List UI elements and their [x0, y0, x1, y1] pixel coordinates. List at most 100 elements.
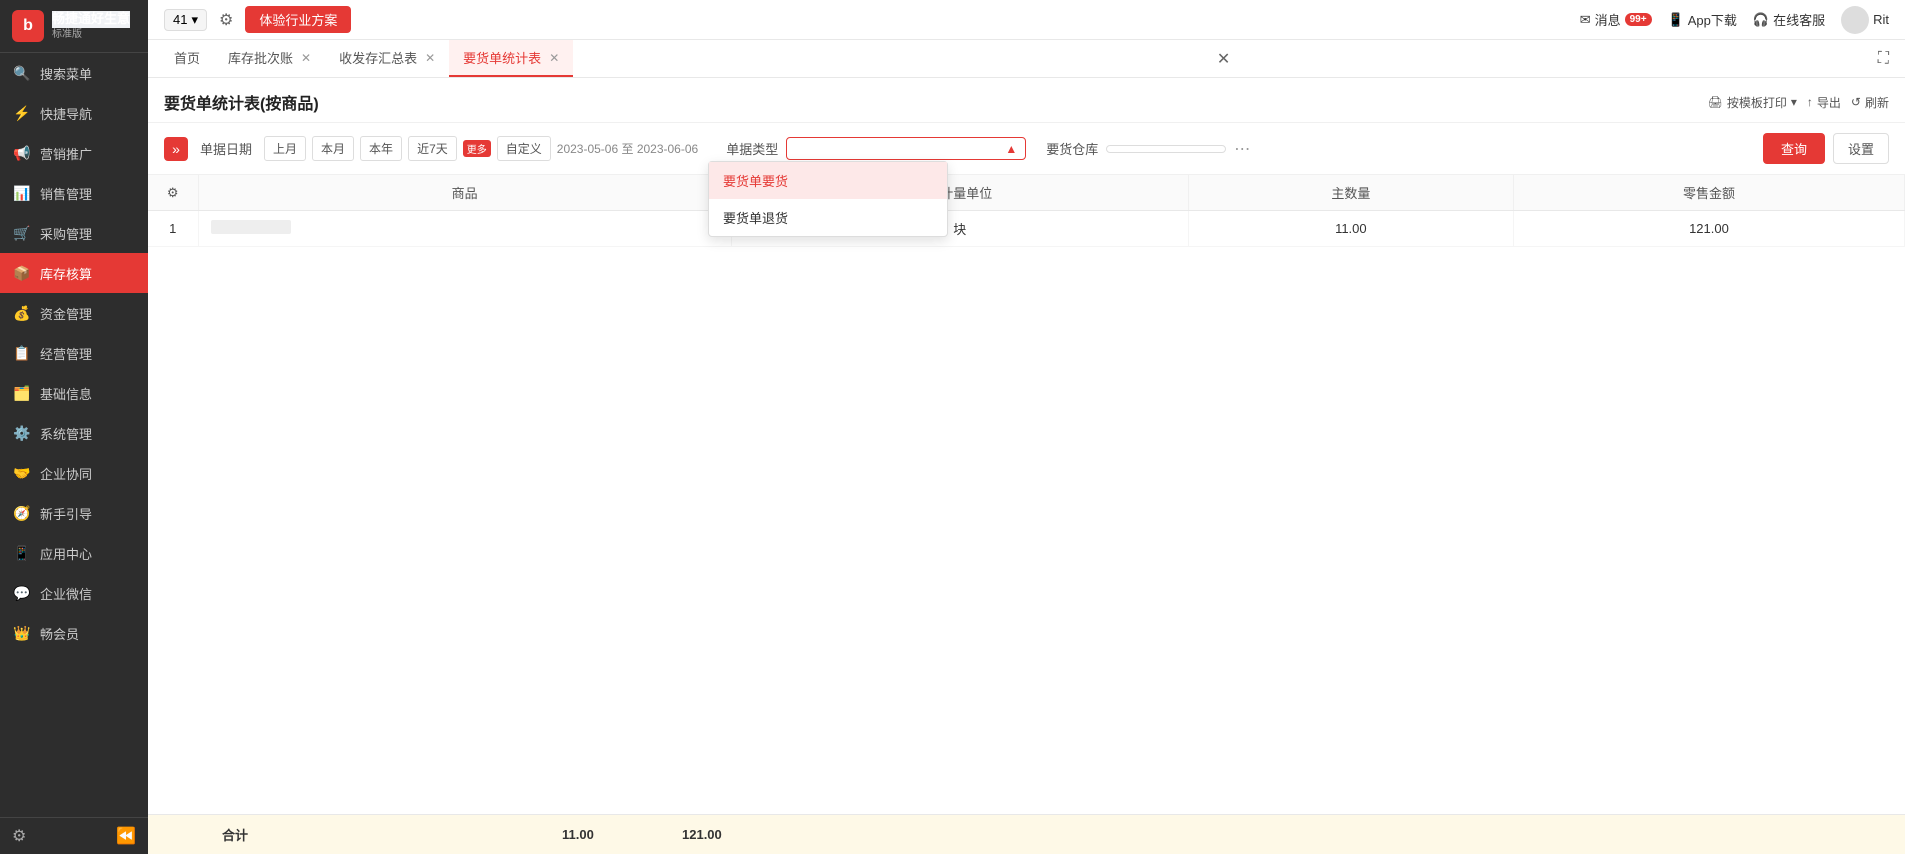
guide-icon: 🧭 — [12, 503, 32, 523]
date-btn-custom[interactable]: 自定义 — [497, 136, 551, 161]
row-quantity: 11.00 — [1188, 211, 1513, 247]
print-template-button[interactable]: 🖨 按模板打印 ▾ — [1708, 94, 1797, 111]
footer-quantity: 11.00 — [550, 827, 670, 842]
sidebar-item-operation[interactable]: 📋 经营管理 — [0, 333, 148, 373]
header-right: ✉ 消息 99+ 📱 App下载 🎧 在线客服 Rit — [1580, 6, 1889, 34]
sidebar-item-enterprise[interactable]: 🤝 企业协同 — [0, 453, 148, 493]
export-icon: ↑ — [1807, 95, 1813, 109]
app-center-icon: 📱 — [12, 543, 32, 563]
sidebar-nav: 🔍 搜索菜单 ⚡ 快捷导航 📢 营销推广 📊 销售管理 🛒 采购管理 📦 库存核… — [0, 53, 148, 817]
settings-gear-icon[interactable]: ⚙ — [219, 10, 233, 30]
headset-icon: 🎧 — [1753, 12, 1769, 28]
message-icon: ✉ — [1580, 12, 1591, 28]
avatar — [1841, 6, 1869, 34]
collapse-icon[interactable]: ⏪ — [116, 826, 136, 846]
sidebar-item-sales[interactable]: 📊 销售管理 — [0, 173, 148, 213]
tab-close-order[interactable]: ✕ — [549, 51, 559, 65]
sidebar-item-marketing[interactable]: 📢 营销推广 — [0, 133, 148, 173]
sidebar-logo: b 畅捷通好生意 标准版 — [0, 0, 148, 53]
query-button[interactable]: 查询 — [1763, 133, 1825, 164]
user-profile[interactable]: Rit — [1841, 6, 1889, 34]
dropdown-item-order-return[interactable]: 要货单退货 — [709, 199, 947, 236]
sales-icon: 📊 — [12, 183, 32, 203]
sidebar-item-finance[interactable]: 💰 资金管理 — [0, 293, 148, 333]
footer-label: 合计 — [210, 825, 430, 844]
app-download-button[interactable]: 📱 App下载 — [1668, 10, 1737, 29]
sidebar-footer: ⚙ ⏪ — [0, 817, 148, 854]
sidebar-item-search[interactable]: 🔍 搜索菜单 — [0, 53, 148, 93]
warehouse-more-icon[interactable]: ⋯ — [1234, 139, 1250, 159]
operation-icon: 📋 — [12, 343, 32, 363]
table-footer: 合计 11.00 121.00 — [148, 814, 1905, 854]
sidebar-item-basic-info[interactable]: 🗂️ 基础信息 — [0, 373, 148, 413]
date-btn-last-month[interactable]: 上月 — [264, 136, 306, 161]
col-quantity: 主数量 — [1188, 175, 1513, 211]
tab-close-inventory[interactable]: ✕ — [301, 51, 311, 65]
tabs-close-all[interactable]: ✕ — [1213, 40, 1234, 77]
col-amount: 零售金额 — [1513, 175, 1904, 211]
print-icon: 🖨 — [1708, 95, 1723, 109]
col-product: 商品 — [198, 175, 731, 211]
logo-text: 畅捷通好生意 标准版 — [52, 11, 130, 41]
table-header-row: ⚙ 商品 主计量单位 主数量 零售金额 — [148, 175, 1905, 211]
filter-actions: 查询 设置 — [1763, 133, 1889, 164]
product-blurred — [211, 220, 291, 234]
finance-icon: 💰 — [12, 303, 32, 323]
type-select-input[interactable] — [795, 141, 1001, 156]
date-btn-last-7days[interactable]: 近7天 — [408, 136, 457, 161]
basic-info-icon: 🗂️ — [12, 383, 32, 403]
member-icon: 👑 — [12, 623, 32, 643]
trial-button[interactable]: 体验行业方案 — [245, 6, 351, 33]
warehouse-select[interactable] — [1106, 145, 1226, 153]
tab-home[interactable]: 首页 — [160, 40, 214, 77]
tab-order-stats[interactable]: 要货单统计表 ✕ — [449, 40, 573, 77]
sidebar-item-app-center[interactable]: 📱 应用中心 — [0, 533, 148, 573]
refresh-button[interactable]: ↺ 刷新 — [1851, 94, 1889, 111]
sidebar-item-system[interactable]: ⚙️ 系统管理 — [0, 413, 148, 453]
inventory-icon: 📦 — [12, 263, 32, 283]
page-title-bar: 要货单统计表(按商品) 🖨 按模板打印 ▾ ↑ 导出 ↺ 刷新 — [148, 78, 1905, 123]
sidebar-item-inventory[interactable]: 📦 库存核算 — [0, 253, 148, 293]
type-filter-label: 单据类型 — [726, 139, 778, 158]
messages-badge: 99+ — [1625, 13, 1652, 26]
page-actions: 🖨 按模板打印 ▾ ↑ 导出 ↺ 刷新 — [1708, 94, 1889, 111]
filter-expand-button[interactable]: » — [164, 137, 188, 161]
row-product — [198, 211, 731, 247]
export-button[interactable]: ↑ 导出 — [1807, 94, 1841, 111]
date-btn-this-year[interactable]: 本年 — [360, 136, 402, 161]
col-settings[interactable]: ⚙ — [148, 175, 198, 211]
messages-button[interactable]: ✉ 消息 99+ — [1580, 10, 1652, 29]
date-more-badge[interactable]: 更多 — [463, 140, 491, 157]
chevron-down-icon: ▾ — [191, 12, 198, 28]
set-button[interactable]: 设置 — [1833, 133, 1889, 164]
date-btn-this-month[interactable]: 本月 — [312, 136, 354, 161]
type-caret-up-icon[interactable]: ▲ — [1005, 142, 1017, 156]
tabs-expand[interactable]: ⛶ — [1874, 40, 1893, 77]
online-service-button[interactable]: 🎧 在线客服 — [1753, 10, 1825, 29]
sidebar-item-guide[interactable]: 🧭 新手引导 — [0, 493, 148, 533]
tab-inventory-batch[interactable]: 库存批次账 ✕ — [214, 40, 325, 77]
sidebar: b 畅捷通好生意 标准版 🔍 搜索菜单 ⚡ 快捷导航 📢 营销推广 📊 销售管理… — [0, 0, 148, 854]
date-filter-group: 上月 本月 本年 近7天 更多 自定义 2023-05-06 至 2023-06… — [264, 136, 698, 161]
main-area: 41 ▾ ⚙ 体验行业方案 ✉ 消息 99+ 📱 App下载 🎧 在线客服 R — [148, 0, 1905, 854]
settings-icon[interactable]: ⚙ — [12, 826, 26, 846]
chevron-down-icon: ▾ — [1791, 95, 1797, 109]
tab-close-receive[interactable]: ✕ — [425, 51, 435, 65]
row-index: 1 — [148, 211, 198, 247]
refresh-icon: ↺ — [1851, 95, 1861, 109]
sidebar-item-wechat[interactable]: 💬 企业微信 — [0, 573, 148, 613]
type-select-box[interactable]: ▲ — [786, 137, 1026, 160]
sidebar-item-shortcut[interactable]: ⚡ 快捷导航 — [0, 93, 148, 133]
date-filter-label: 单据日期 — [200, 139, 252, 158]
system-icon: ⚙️ — [12, 423, 32, 443]
tab-receive-send[interactable]: 收发存汇总表 ✕ — [325, 40, 449, 77]
type-filter-group: 单据类型 ▲ — [726, 137, 1026, 160]
dropdown-item-order-goods[interactable]: 要货单要货 — [709, 162, 947, 199]
table-area: ⚙ 商品 主计量单位 主数量 零售金额 1 块 11.00 121.00 — [148, 175, 1905, 814]
company-selector[interactable]: 41 ▾ — [164, 9, 207, 31]
filter-bar: » 单据日期 上月 本月 本年 近7天 更多 自定义 2023-05-06 至 … — [148, 123, 1905, 175]
page-title: 要货单统计表(按商品) — [164, 90, 319, 114]
sidebar-item-member[interactable]: 👑 畅会员 — [0, 613, 148, 653]
sidebar-item-purchase[interactable]: 🛒 采购管理 — [0, 213, 148, 253]
warehouse-filter-group: 要货仓库 ⋯ — [1046, 139, 1250, 159]
